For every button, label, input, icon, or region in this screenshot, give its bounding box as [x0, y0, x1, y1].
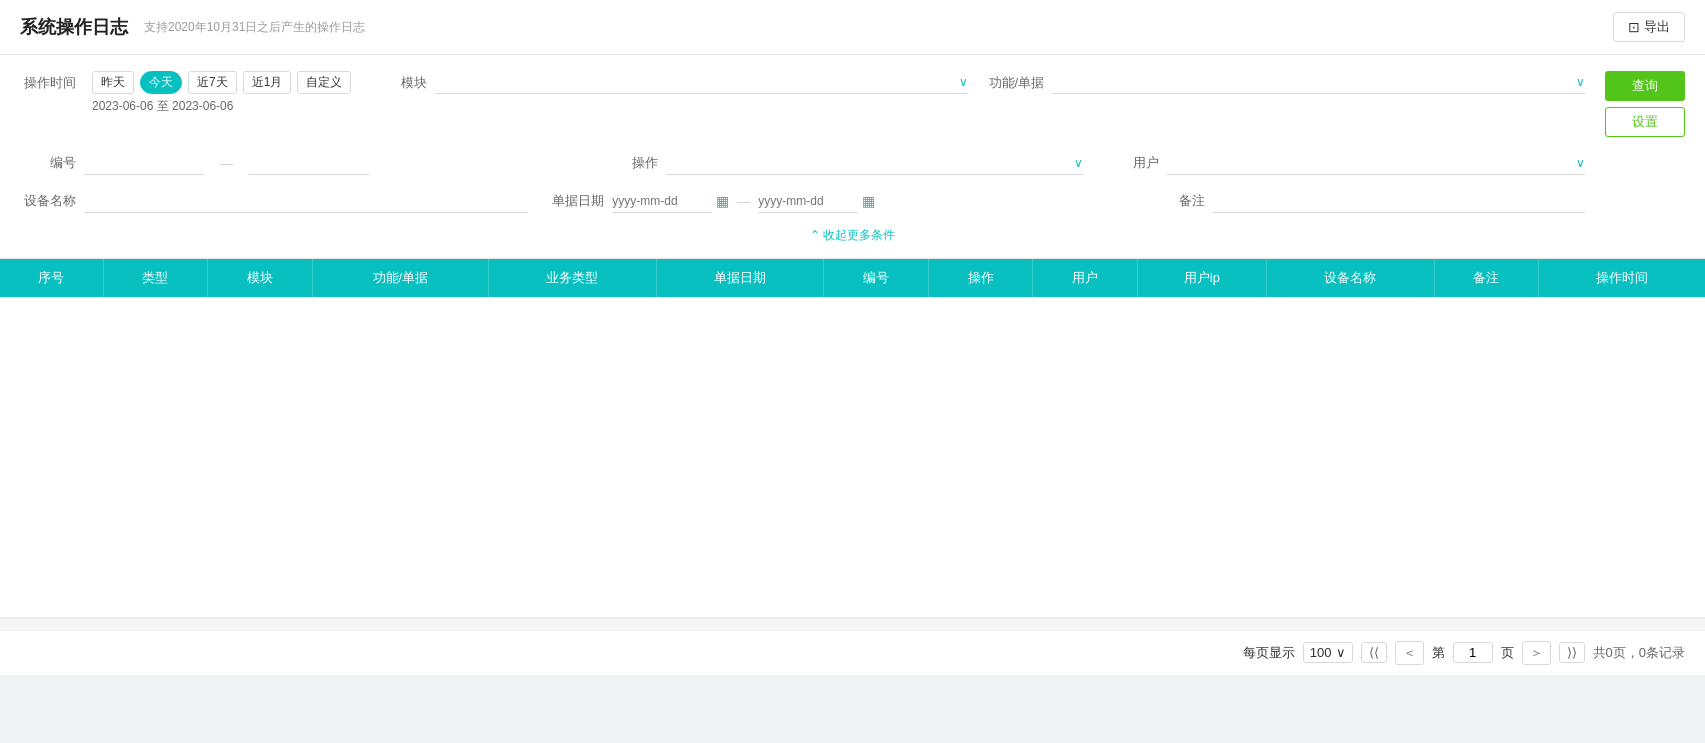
number-input-from[interactable] — [84, 151, 204, 175]
module-filter: 模块 ∨ — [371, 71, 968, 94]
col-biz-type: 业务类型 — [489, 259, 657, 297]
time-btn-yesterday[interactable]: 昨天 — [92, 71, 134, 94]
page-subtitle: 支持2020年10月31日之后产生的操作日志 — [144, 19, 365, 36]
empty-area — [0, 297, 1705, 617]
module-chevron-icon: ∨ — [959, 75, 968, 89]
user-filter: 用户 ∨ — [1103, 152, 1585, 175]
number-filter: 编号 — — [20, 151, 582, 175]
number-separator: — — [212, 156, 241, 171]
operation-label: 操作 — [602, 154, 658, 172]
horizontal-scrollbar[interactable] — [0, 618, 1705, 630]
col-number: 编号 — [824, 259, 928, 297]
date-separator: — — [733, 194, 754, 209]
date-range: ▦ — ▦ — [612, 190, 1129, 213]
time-range-row: 2023-06-06 至 2023-06-06 — [20, 98, 351, 115]
col-user: 用户 — [1033, 259, 1137, 297]
filter-row-1: 操作时间 昨天 今天 近7天 近1月 自定义 2023-06-06 至 2023… — [20, 71, 1685, 137]
function-select[interactable]: ∨ — [1052, 71, 1585, 94]
action-buttons: 查询 设置 — [1605, 71, 1685, 137]
col-module: 模块 — [208, 259, 312, 297]
time-filter-group: 操作时间 昨天 今天 近7天 近1月 自定义 2023-06-06 至 2023… — [20, 71, 351, 115]
table-body — [0, 297, 1705, 617]
collapse-up-icon: ⌃ — [810, 228, 820, 242]
col-function: 功能/单据 — [312, 259, 488, 297]
page-title: 系统操作日志 — [20, 15, 128, 39]
col-type: 类型 — [103, 259, 207, 297]
time-label: 操作时间 — [20, 74, 76, 92]
date-to-input[interactable] — [758, 190, 858, 213]
col-remark: 备注 — [1434, 259, 1538, 297]
function-label: 功能/单据 — [988, 74, 1044, 92]
export-label: 导出 — [1644, 18, 1670, 36]
filter-row-3: 设备名称 单据日期 ▦ — ▦ 备注 — [20, 189, 1685, 213]
user-label: 用户 — [1103, 154, 1159, 172]
filter-panel: 操作时间 昨天 今天 近7天 近1月 自定义 2023-06-06 至 2023… — [0, 55, 1705, 259]
remark-input[interactable] — [1213, 189, 1585, 213]
remark-filter: 备注 — [1149, 189, 1585, 213]
device-filter: 设备名称 — [20, 189, 528, 213]
device-label: 设备名称 — [20, 192, 76, 210]
col-seq: 序号 — [0, 259, 103, 297]
user-select[interactable]: ∨ — [1167, 152, 1585, 175]
last-page-button[interactable]: ⟩⟩ — [1559, 642, 1585, 663]
col-op-time: 操作时间 — [1538, 259, 1705, 297]
table-header-row: 序号 类型 模块 功能/单据 业务类型 单据日期 编号 操作 用户 用户ip 设… — [0, 259, 1705, 297]
operation-select[interactable]: ∨ — [666, 152, 1084, 175]
module-label: 模块 — [371, 74, 427, 92]
user-chevron-icon: ∨ — [1576, 156, 1585, 170]
time-filter-row: 操作时间 昨天 今天 近7天 近1月 自定义 — [20, 71, 351, 94]
export-button[interactable]: ⊡ 导出 — [1613, 12, 1685, 42]
page-number-input[interactable] — [1453, 642, 1493, 663]
module-select[interactable]: ∨ — [435, 71, 968, 94]
time-btn-1month[interactable]: 近1月 — [243, 71, 292, 94]
col-user-ip: 用户ip — [1137, 259, 1266, 297]
number-input-to[interactable] — [249, 151, 369, 175]
per-page-chevron-icon: ∨ — [1336, 645, 1346, 660]
page-unit: 页 — [1501, 644, 1514, 662]
time-btn-today[interactable]: 今天 — [140, 71, 182, 94]
page-header: 系统操作日志 支持2020年10月31日之后产生的操作日志 ⊡ 导出 — [0, 0, 1705, 55]
time-range: 2023-06-06 至 2023-06-06 — [92, 98, 233, 115]
filter-row-2: 编号 — 操作 ∨ 用户 ∨ — [20, 151, 1685, 175]
query-button[interactable]: 查询 — [1605, 71, 1685, 101]
operation-filter: 操作 ∨ — [602, 152, 1084, 175]
data-table: 序号 类型 模块 功能/单据 业务类型 单据日期 编号 操作 用户 用户ip 设… — [0, 259, 1705, 618]
collapse-label: 收起更多条件 — [823, 228, 895, 242]
per-page-value: 100 — [1310, 645, 1332, 660]
col-device: 设备名称 — [1266, 259, 1434, 297]
per-page-select[interactable]: 100 ∨ — [1303, 642, 1353, 663]
voucher-date-filter: 单据日期 ▦ — ▦ — [548, 190, 1129, 213]
first-page-button[interactable]: ⟨⟨ — [1361, 642, 1387, 663]
collapse-bar[interactable]: ⌃ 收起更多条件 — [20, 221, 1685, 248]
operation-chevron-icon: ∨ — [1074, 156, 1083, 170]
empty-row — [0, 297, 1705, 617]
col-voucher-date: 单据日期 — [656, 259, 824, 297]
function-chevron-icon: ∨ — [1576, 75, 1585, 89]
total-info: 共0页，0条记录 — [1593, 644, 1685, 662]
pagination-bar: 每页显示 100 ∨ ⟨⟨ ＜ 第 页 ＞ ⟩⟩ 共0页，0条记录 — [0, 630, 1705, 675]
remark-label: 备注 — [1149, 192, 1205, 210]
page-label: 第 — [1432, 644, 1445, 662]
export-icon: ⊡ — [1628, 19, 1640, 35]
prev-page-button[interactable]: ＜ — [1395, 641, 1424, 665]
number-label: 编号 — [20, 154, 76, 172]
setting-button[interactable]: 设置 — [1605, 107, 1685, 137]
next-page-button[interactable]: ＞ — [1522, 641, 1551, 665]
table-container: 序号 类型 模块 功能/单据 业务类型 单据日期 编号 操作 用户 用户ip 设… — [0, 259, 1705, 618]
calendar-to-icon[interactable]: ▦ — [862, 193, 875, 209]
col-operation: 操作 — [928, 259, 1032, 297]
calendar-from-icon[interactable]: ▦ — [716, 193, 729, 209]
date-from-input[interactable] — [612, 190, 712, 213]
per-page-label: 每页显示 — [1243, 644, 1295, 662]
device-input[interactable] — [84, 189, 528, 213]
time-buttons: 昨天 今天 近7天 近1月 自定义 — [92, 71, 351, 94]
voucher-date-label: 单据日期 — [548, 192, 604, 210]
table-header: 序号 类型 模块 功能/单据 业务类型 单据日期 编号 操作 用户 用户ip 设… — [0, 259, 1705, 297]
time-btn-custom[interactable]: 自定义 — [297, 71, 351, 94]
time-btn-7days[interactable]: 近7天 — [188, 71, 237, 94]
function-filter: 功能/单据 ∨ — [988, 71, 1585, 94]
